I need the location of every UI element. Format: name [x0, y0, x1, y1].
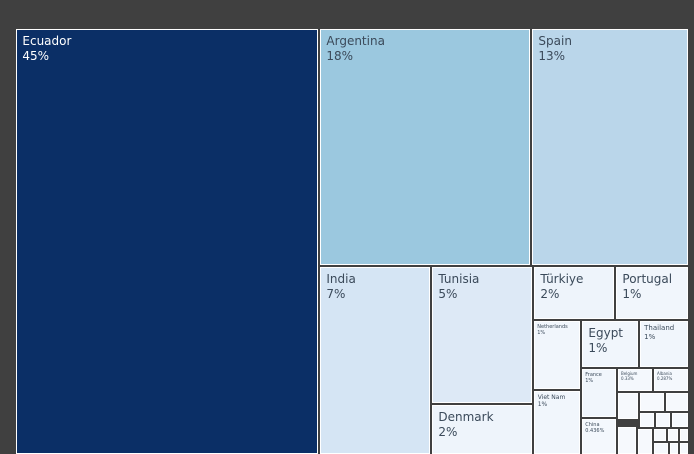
- treemap-tile-tunisia[interactable]: Tunisia 5%: [432, 267, 532, 403]
- treemap-tile-small[interactable]: [618, 393, 638, 419]
- treemap-tile-small[interactable]: [672, 413, 688, 427]
- treemap-tile-argentina[interactable]: Argentina 18%: [320, 29, 530, 265]
- treemap-tile-viet-nam[interactable]: Viet Nam 1%: [534, 391, 580, 454]
- treemap-tile-denmark[interactable]: Denmark 2%: [432, 405, 532, 454]
- tile-label: Denmark: [438, 410, 494, 425]
- treemap-tile-small[interactable]: [618, 427, 636, 454]
- treemap-tile-belgium[interactable]: Belgium 0.33%: [618, 369, 652, 391]
- tile-label: Egypt: [588, 326, 624, 341]
- treemap-tile-small[interactable]: [680, 429, 688, 441]
- tile-label: Viet Nam: [537, 394, 566, 402]
- treemap-tile-france[interactable]: France 1%: [582, 369, 616, 417]
- tile-label: Thailand: [644, 324, 675, 333]
- tile-label: Argentina: [326, 34, 385, 49]
- tile-label: Ecuador: [22, 34, 72, 49]
- treemap-tile-small[interactable]: [654, 443, 668, 454]
- treemap-tile-small[interactable]: [656, 413, 670, 427]
- treemap-tile-netherlands[interactable]: Netherlands 1%: [534, 321, 580, 389]
- tile-value: 0.33%: [621, 375, 634, 381]
- tile-label: Tunisia: [438, 272, 480, 287]
- tile-label: Spain: [538, 34, 572, 49]
- tile-value: 2%: [438, 424, 458, 439]
- tile-label: Portugal: [622, 272, 673, 287]
- tile-value: 1%: [622, 286, 642, 301]
- tile-value: 5%: [438, 286, 458, 301]
- treemap-tile-small[interactable]: [638, 429, 652, 454]
- treemap-tile-small[interactable]: [640, 393, 664, 411]
- tile-value: 1%: [644, 332, 656, 341]
- treemap-tile-small[interactable]: [680, 443, 688, 454]
- tile-label: Türkiye: [540, 272, 584, 287]
- treemap-tile-t-rkiye[interactable]: Türkiye 2%: [534, 267, 614, 319]
- tile-value: 13%: [538, 48, 566, 63]
- treemap-tile-small[interactable]: [666, 393, 688, 411]
- treemap-tile-spain[interactable]: Spain 13%: [532, 29, 688, 265]
- treemap-tile-small[interactable]: [640, 413, 654, 427]
- treemap-tile-small[interactable]: [668, 429, 678, 441]
- tile-value: 1%: [537, 401, 548, 409]
- treemap-tile-thailand[interactable]: Thailand 1%: [640, 321, 688, 367]
- treemap-tile-portugal[interactable]: Portugal 1%: [616, 267, 688, 319]
- tile-value: 7%: [326, 286, 346, 301]
- treemap-tile-egypt[interactable]: Egypt 1%: [582, 321, 638, 367]
- tile-value: 45%: [22, 48, 50, 63]
- treemap-tile-china[interactable]: China 0.436%: [582, 419, 616, 454]
- tile-value: 2%: [540, 286, 560, 301]
- tile-value: 1%: [588, 340, 608, 355]
- tile-label: India: [326, 272, 356, 287]
- treemap-tile-india[interactable]: India 7%: [320, 267, 430, 454]
- treemap-tile-small[interactable]: [654, 429, 666, 441]
- tile-value: 0.436%: [585, 428, 605, 434]
- tile-value: 1%: [585, 378, 594, 384]
- treemap-tile-small[interactable]: [670, 443, 678, 454]
- tile-value: 0.287%: [657, 375, 673, 381]
- tile-value: 1%: [537, 330, 546, 336]
- treemap-tile-albania[interactable]: Albania 0.287%: [654, 369, 688, 391]
- treemap-chart: Ecuador 45% Argentina 18% Spain 13% India 7% Tun…: [0, 0, 694, 454]
- treemap-tile-ecuador[interactable]: Ecuador 45%: [16, 29, 318, 454]
- tile-value: 18%: [326, 48, 354, 63]
